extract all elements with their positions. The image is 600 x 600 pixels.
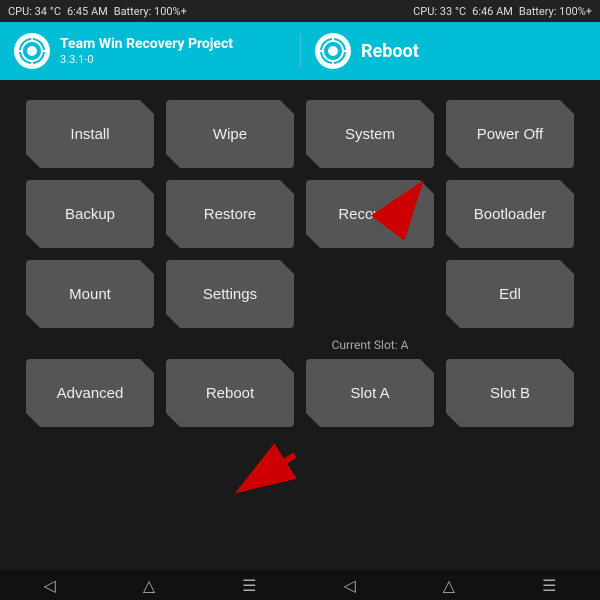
header-left: Team Win Recovery Project 3.3.1-0 — [0, 33, 300, 69]
edl-button[interactable]: Edl — [446, 260, 574, 328]
home-icon-left[interactable]: △ — [143, 576, 155, 595]
reboot-button[interactable]: Reboot — [166, 359, 294, 427]
main-area: Install Wipe System Power Off Backup Res… — [0, 80, 600, 570]
settings-button[interactable]: Settings — [166, 260, 294, 328]
time-right: 6:46 AM — [472, 5, 513, 18]
time-left: 6:45 AM — [67, 5, 108, 18]
back-icon-right[interactable]: ◁ — [343, 576, 355, 595]
logo-right — [315, 33, 351, 69]
poweroff-button[interactable]: Power Off — [446, 100, 574, 168]
wipe-button[interactable]: Wipe — [166, 100, 294, 168]
recovery-button[interactable]: Recovery — [306, 180, 434, 248]
header: Team Win Recovery Project 3.3.1-0 Reboot — [0, 22, 600, 80]
system-button[interactable]: System — [306, 100, 434, 168]
app-version: 3.3.1-0 — [60, 53, 233, 66]
cpu-right: CPU: 33 °C — [413, 5, 466, 18]
header-title-left: Team Win Recovery Project 3.3.1-0 — [60, 36, 233, 66]
empty-cell-3 — [306, 260, 434, 328]
grid-row-2: Backup Restore Recovery Bootloader — [16, 180, 584, 248]
status-bar: CPU: 34 °C 6:45 AM Battery: 100%+ CPU: 3… — [0, 0, 600, 22]
menu-icon-left[interactable]: ☰ — [242, 576, 256, 595]
logo-left — [14, 33, 50, 69]
home-icon-right[interactable]: △ — [443, 576, 455, 595]
app-title: Team Win Recovery Project — [60, 36, 233, 53]
mount-button[interactable]: Mount — [26, 260, 154, 328]
grid-row-3: Mount Settings Edl — [16, 260, 584, 328]
header-right: Reboot — [300, 33, 600, 69]
bootloader-button[interactable]: Bootloader — [446, 180, 574, 248]
status-left: CPU: 34 °C 6:45 AM Battery: 100%+ — [8, 5, 187, 18]
slotb-button[interactable]: Slot B — [446, 359, 574, 427]
restore-button[interactable]: Restore — [166, 180, 294, 248]
slot-label-row: Current Slot: A — [16, 334, 584, 353]
slota-button[interactable]: Slot A — [306, 359, 434, 427]
install-button[interactable]: Install — [26, 100, 154, 168]
nav-bar: ◁ △ ☰ ◁ △ ☰ — [0, 570, 600, 600]
grid-row-1: Install Wipe System Power Off — [16, 100, 584, 168]
backup-button[interactable]: Backup — [26, 180, 154, 248]
status-right: CPU: 33 °C 6:46 AM Battery: 100%+ — [413, 5, 592, 18]
battery-right: Battery: 100%+ — [519, 5, 592, 18]
current-slot-label: Current Slot: A — [306, 334, 434, 353]
grid-row-4: Advanced Reboot Slot A Slot B — [16, 359, 584, 427]
back-icon-left[interactable]: ◁ — [44, 576, 56, 595]
menu-icon-right[interactable]: ☰ — [542, 576, 556, 595]
advanced-button[interactable]: Advanced — [26, 359, 154, 427]
cpu-left: CPU: 34 °C — [8, 5, 61, 18]
battery-left: Battery: 100%+ — [114, 5, 187, 18]
section-title: Reboot — [361, 41, 419, 62]
